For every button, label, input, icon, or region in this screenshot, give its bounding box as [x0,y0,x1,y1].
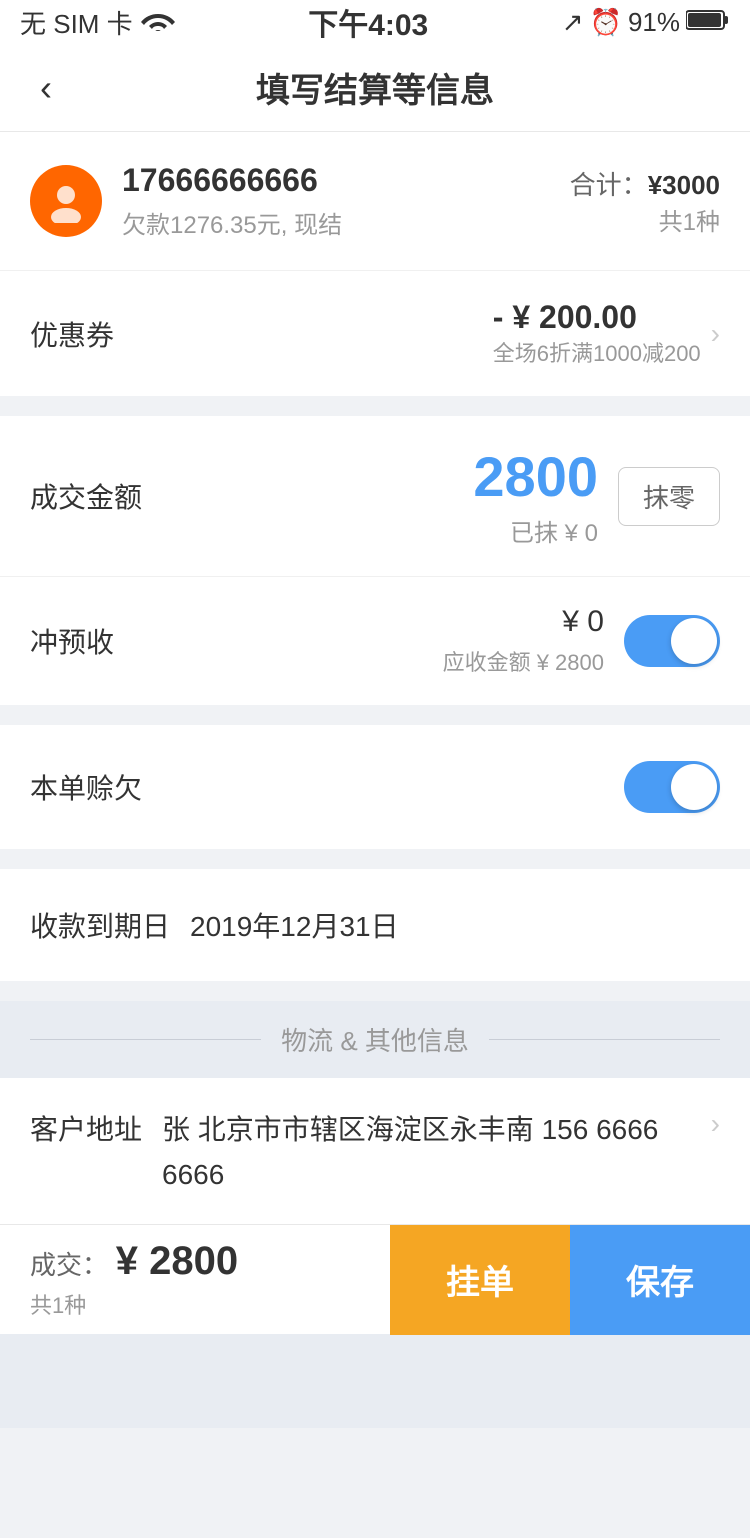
save-button[interactable]: 保存 [570,1225,750,1335]
divider-line-left [30,1039,261,1040]
user-debt-info: 欠款1276.35元, 现结 [122,205,342,240]
user-phone: 17666666666 [122,162,342,199]
user-row: 17666666666 欠款1276.35元, 现结 合计：¥3000 共1种 [0,132,750,270]
sim-status: 无 SIM 卡 [20,4,133,41]
divider-text: 物流 & 其他信息 [281,1021,469,1058]
bottom-deal-label: 成交： [30,1250,108,1280]
bottom-spacer [0,1428,750,1538]
status-bar: 无 SIM 卡 下午4:03 ↗ ⏰ 91% [0,0,750,44]
pre-collection-toggle[interactable] [624,615,720,667]
user-details: 17666666666 欠款1276.35元, 现结 [122,162,342,240]
coupon-chevron-icon: › [711,318,720,350]
pre-collection-row: 冲预收 ¥ 0 应收金额 ¥ 2800 [0,576,750,705]
amount-row: 成交金额 2800 已抹 ¥ 0 抹零 [0,416,750,576]
bottom-bar: 成交： ¥ 2800 共1种 挂单 保存 [0,1224,750,1334]
debt-row: 本单赊欠 [0,725,750,849]
bottom-deal-amount: ¥ 2800 [116,1239,238,1283]
total-count: 共1种 [570,202,720,237]
address-section: 客户地址 张 北京市市辖区海淀区永丰南 156 6666 6666 › [0,1078,750,1228]
duedate-value: 2019年12月31日 [190,905,399,945]
coupon-desc: 全场6折满1000减200 [493,336,701,368]
back-button[interactable]: ‹ [30,57,62,119]
pre-collection-sub: 应收金额 ¥ 2800 [443,645,604,677]
debt-toggle[interactable] [624,761,720,813]
nav-bar: ‹ 填写结算等信息 [0,44,750,132]
address-chevron-icon: › [711,1108,720,1140]
user-total: 合计：¥3000 共1种 [570,165,720,237]
transaction-value: 2800 [473,444,598,509]
avatar [30,165,102,237]
pre-collection-label: 冲预收 [30,621,114,661]
duedate-label: 收款到期日 [30,905,170,945]
pending-button[interactable]: 挂单 [390,1225,570,1335]
location-icon: ↗ [562,7,584,38]
duedate-row: 收款到期日 2019年12月31日 [0,869,750,981]
transaction-sub: 已抹 ¥ 0 [473,513,598,548]
bottom-count: 共1种 [30,1288,360,1320]
debt-toggle-knob [671,764,717,810]
transaction-label: 成交金额 [30,476,142,516]
transaction-section: 成交金额 2800 已抹 ¥ 0 抹零 冲预收 ¥ 0 应收金额 ¥ 2800 [0,416,750,705]
round-button[interactable]: 抹零 [618,467,720,526]
toggle-knob [671,618,717,664]
status-left: 无 SIM 卡 [20,4,175,41]
status-time: 下午4:03 [308,0,428,44]
total-label: 合计：¥3000 [570,165,720,202]
battery-status: 91% [628,7,680,38]
coupon-discount: - ¥ 200.00 [493,299,701,336]
coupon-label: 优惠券 [30,314,114,354]
alarm-icon: ⏰ [590,7,622,38]
amount-right: 2800 已抹 ¥ 0 抹零 [473,444,720,548]
wifi-icon [141,7,175,38]
coupon-right: - ¥ 200.00 全场6折满1000减200 › [493,299,720,368]
user-info-left: 17666666666 欠款1276.35元, 现结 [30,162,342,240]
address-label: 客户地址 [30,1108,142,1148]
address-row[interactable]: 客户地址 张 北京市市辖区海淀区永丰南 156 6666 6666 › [0,1078,750,1228]
nav-title: 填写结算等信息 [256,63,494,112]
pre-collection-right: ¥ 0 应收金额 ¥ 2800 [443,605,720,677]
coupon-row[interactable]: 优惠券 - ¥ 200.00 全场6折满1000减200 › [0,270,750,396]
section-divider: 物流 & 其他信息 [0,1001,750,1078]
divider-line-right [489,1039,720,1040]
address-value: 张 北京市市辖区海淀区永丰南 156 6666 6666 [162,1108,701,1198]
bottom-info: 成交： ¥ 2800 共1种 [0,1239,390,1320]
status-right: ↗ ⏰ 91% [562,7,730,38]
battery-icon [686,7,730,38]
pre-collection-amount: ¥ 0 [443,605,604,639]
debt-label: 本单赊欠 [30,767,142,807]
user-card: 17666666666 欠款1276.35元, 现结 合计：¥3000 共1种 … [0,132,750,396]
